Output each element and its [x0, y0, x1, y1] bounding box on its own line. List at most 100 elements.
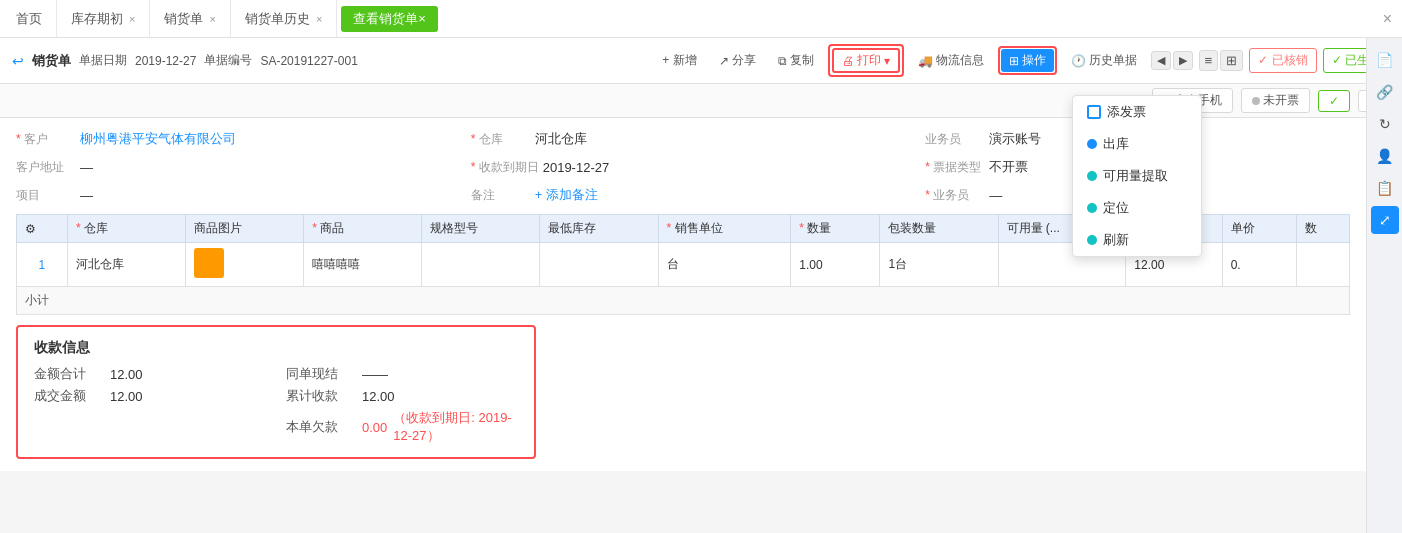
nav-arrows: ◀ ▶	[1151, 51, 1193, 70]
dropdown-refresh[interactable]: 刷新	[1073, 224, 1201, 256]
list-view-button[interactable]: ≡	[1199, 50, 1219, 71]
ops-button[interactable]: ⊞ 操作	[1001, 49, 1054, 72]
doc-date-value: 2019-12-27	[135, 54, 196, 68]
transaction-row: 成交金额 12.00	[34, 387, 266, 405]
remark-field: 备注 + 添加备注	[471, 186, 896, 204]
staff2-value: —	[985, 188, 1006, 203]
history-icon: 🕐	[1071, 54, 1086, 68]
addr-label: 客户地址	[16, 159, 76, 176]
th-spec: 规格型号	[422, 215, 540, 243]
confirm-button[interactable]: ✓	[1318, 90, 1350, 112]
row-more	[1297, 243, 1350, 287]
th-product: 商品	[304, 215, 422, 243]
staff-label: 业务员	[925, 131, 985, 148]
print-highlight: 🖨 打印 ▾	[828, 44, 904, 77]
addr-field: 客户地址 —	[16, 159, 441, 176]
copy-icon: ⧉	[778, 54, 787, 68]
tab-sales-history[interactable]: 销货单历史 ×	[231, 0, 337, 38]
payment-grid: 金额合计 12.00 同单现结 —— 成交金额 12.00 累计收款 12.00	[34, 365, 518, 445]
staff-value: 演示账号	[985, 130, 1045, 148]
tab-inventory[interactable]: 库存期初 ×	[57, 0, 150, 38]
share-button[interactable]: ↗ 分享	[711, 49, 764, 72]
cumulative-label: 累计收款	[286, 387, 356, 405]
next-button[interactable]: ▶	[1173, 51, 1193, 70]
row-no: 1	[17, 243, 68, 287]
row-img	[186, 243, 304, 287]
warehouse-field: 仓库 河北仓库	[471, 130, 896, 148]
tab-bar: 首页 库存期初 × 销货单 × 销货单历史 × 查看销货单 × ×	[0, 0, 1402, 38]
share-icon: ↗	[719, 54, 729, 68]
grid-view-button[interactable]: ⊞	[1220, 50, 1243, 71]
ticket-label: 票据类型	[925, 159, 985, 176]
transaction-value: 12.00	[110, 389, 143, 404]
owe-row: 本单欠款 0.00 （收款到期日: 2019-12-27）	[286, 409, 518, 445]
doc-date-label: 单据日期	[79, 52, 127, 69]
payment-box: 收款信息 金额合计 12.00 同单现结 —— 成交金额 12.00 累计收款 …	[16, 325, 536, 459]
customer-label: 客户	[16, 131, 76, 148]
project-field: 项目 —	[16, 187, 441, 204]
history-button[interactable]: 🕐 历史单据	[1063, 49, 1145, 72]
print-button[interactable]: 🖨 打印 ▾	[832, 48, 900, 73]
right-sidebar: 📄 🔗 ↻ 👤 📋 ⤢	[1366, 38, 1402, 533]
project-label: 项目	[16, 187, 76, 204]
sold-button[interactable]: ✓ 已核销	[1249, 48, 1316, 73]
customer-value[interactable]: 柳州粤港平安气体有限公司	[76, 130, 240, 148]
sidebar-link-icon[interactable]: 🔗	[1371, 78, 1399, 106]
ops-highlight-box: ⊞ 操作	[998, 46, 1057, 75]
dropdown-avail-extract[interactable]: 可用量提取	[1073, 160, 1201, 192]
doc-icon: ↩	[12, 53, 24, 69]
not-open-button[interactable]: 未开票	[1241, 88, 1310, 113]
row-qty: 1.00	[791, 243, 880, 287]
remark-label: 备注	[471, 187, 531, 204]
th-more: 数	[1297, 215, 1350, 243]
tab-view-sales-close[interactable]: ×	[418, 11, 426, 26]
row-unit: 台	[658, 243, 791, 287]
logistics-button[interactable]: 🚚 物流信息	[910, 49, 992, 72]
addr-value: —	[76, 160, 97, 175]
same-order-row: 同单现结 ——	[286, 365, 518, 383]
row-minstock	[540, 243, 658, 287]
remark-add[interactable]: + 添加备注	[531, 186, 602, 204]
sidebar-list-icon[interactable]: 📋	[1371, 174, 1399, 202]
dropdown-out-stock[interactable]: 出库	[1073, 128, 1201, 160]
ticket-value: 不开票	[985, 158, 1032, 176]
view-icons: ≡ ⊞	[1199, 50, 1244, 71]
owe-label: 本单欠款	[286, 418, 356, 436]
row-packqty: 1台	[880, 243, 998, 287]
staff2-label: 业务员	[925, 187, 985, 204]
doc-title: 销货单	[32, 52, 71, 70]
due-label: 收款到期日	[471, 159, 539, 176]
notopen-dot	[1252, 97, 1260, 105]
total-value: 12.00	[110, 367, 143, 382]
new-button[interactable]: + 新增	[654, 49, 704, 72]
sidebar-expand-icon[interactable]: ⤢	[1371, 206, 1399, 234]
tab-view-sales[interactable]: 查看销货单 ×	[341, 6, 438, 32]
subtotal-row: 小计	[17, 287, 1350, 315]
same-order-label: 同单现结	[286, 365, 356, 383]
print-dropdown-arrow[interactable]: ▾	[884, 54, 890, 68]
total-label: 金额合计	[34, 365, 104, 383]
th-packqty: 包装数量	[880, 215, 998, 243]
copy-button[interactable]: ⧉ 复制	[770, 49, 822, 72]
sidebar-doc-icon[interactable]: 📄	[1371, 46, 1399, 74]
dropdown-locate[interactable]: 定位	[1073, 192, 1201, 224]
row-price: 0.	[1222, 243, 1297, 287]
tab-sales-history-close[interactable]: ×	[316, 13, 322, 25]
doc-no-label: 单据编号	[204, 52, 252, 69]
th-qty: 数量	[791, 215, 880, 243]
tab-sales-close[interactable]: ×	[209, 13, 215, 25]
tab-inventory-close[interactable]: ×	[129, 13, 135, 25]
dropdown-add-invoice[interactable]: 添发票	[1073, 96, 1201, 128]
prev-button[interactable]: ◀	[1151, 51, 1171, 70]
tab-home[interactable]: 首页	[8, 0, 57, 38]
refresh-icon	[1087, 235, 1097, 245]
doc-no-value: SA-20191227-001	[260, 54, 357, 68]
locate-icon	[1087, 203, 1097, 213]
window-close-button[interactable]: ×	[1383, 10, 1392, 28]
sidebar-sync-icon[interactable]: ↻	[1371, 110, 1399, 138]
same-order-value: ——	[362, 367, 388, 382]
th-settings[interactable]: ⚙	[17, 215, 68, 243]
sidebar-user-icon[interactable]: 👤	[1371, 142, 1399, 170]
product-image	[194, 248, 224, 278]
tab-sales[interactable]: 销货单 ×	[150, 0, 230, 38]
